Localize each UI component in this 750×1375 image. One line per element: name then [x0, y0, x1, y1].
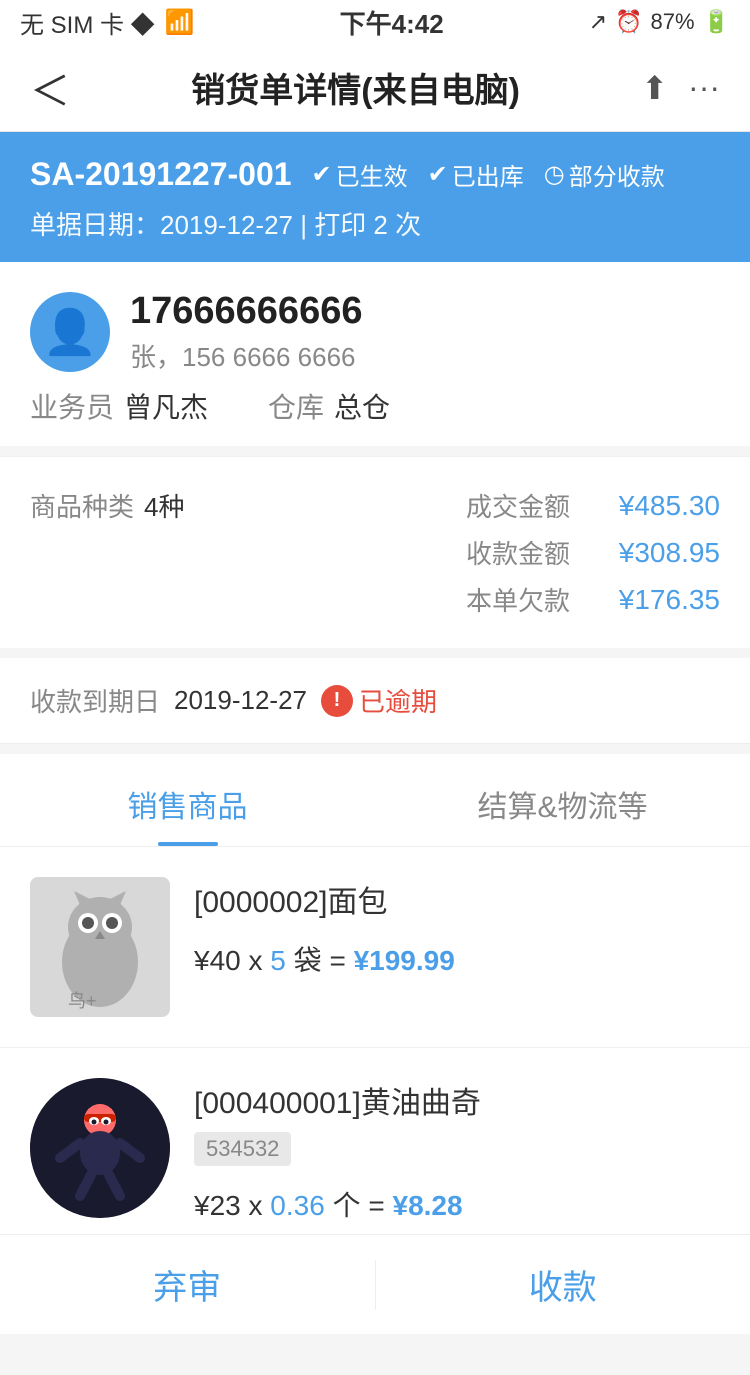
order-date-line: 单据日期：2019-12-27 | 打印 2 次 [30, 205, 720, 242]
product-image-2 [30, 1078, 170, 1218]
collected-label: 收款金额 [466, 534, 570, 571]
status-time: 下午4:42 [340, 4, 444, 41]
cancel-review-button[interactable]: 弃审 [0, 1240, 375, 1329]
product-list: 鸟+ [0000002]面包 ¥40 x 5 袋 = ¥199.99 [0, 847, 750, 1255]
product-name-2: [000400001]黄油曲奇 [194, 1078, 720, 1122]
wifi-icon: 📶 [165, 8, 195, 37]
collected-value: ¥308.95 [590, 537, 720, 569]
product-type-value: 4种 [144, 487, 184, 524]
stats-section: 商品种类 4种 成交金额 ¥485.30 收款金额 ¥308.95 本单欠款 ¥… [0, 457, 750, 648]
tabs: 销售商品 结算&物流等 [0, 754, 750, 847]
amount-value: ¥485.30 [590, 490, 720, 522]
warehouse-value: 总仓 [334, 386, 390, 426]
badge-partial-label: 部分收款 [569, 157, 665, 192]
salesperson-value: 曾凡杰 [124, 386, 208, 426]
avatar-icon: 👤 [43, 306, 98, 358]
tab-settlement[interactable]: 结算&物流等 [375, 754, 750, 846]
overdue-text: 已逾期 [359, 682, 437, 719]
amount-label: 成交金额 [466, 487, 570, 524]
customer-section: 👤 17666666666 张，156 6666 6666 业务员 曾凡杰 仓库… [0, 262, 750, 446]
sim-label: 无 SIM 卡 ◆ [20, 5, 155, 40]
avatar: 👤 [30, 292, 110, 372]
product-info-2: [000400001]黄油曲奇 534532 ¥23 x 0.36 个 = ¥8… [194, 1078, 720, 1224]
due-date: 2019-12-27 [174, 685, 307, 716]
page-title: 销货单详情(来自电脑) [191, 63, 520, 112]
battery-icon: 🔋 [703, 9, 730, 35]
collected-row: 收款金额 ¥308.95 [466, 534, 720, 571]
stats-left: 商品种类 4种 [30, 487, 184, 524]
back-button[interactable]: ＜ [30, 59, 70, 117]
badge-partial: 部分收款 [544, 157, 665, 192]
nav-icons: ⬆ ··· [641, 69, 720, 107]
status-right: ↗ ⏰ 87% 🔋 [589, 9, 730, 35]
product-info-1: [0000002]面包 ¥40 x 5 袋 = ¥199.99 [194, 877, 720, 979]
salesperson-item: 业务员 曾凡杰 [30, 386, 208, 426]
product-total-1: ¥199.99 [354, 945, 455, 976]
bottom-bar: 弃审 收款 [0, 1234, 750, 1334]
badge-active-label: 已生效 [336, 157, 408, 192]
collect-payment-button[interactable]: 收款 [376, 1240, 750, 1329]
clock-icon [544, 160, 565, 189]
order-banner: SA-20191227-001 已生效 已出库 部分收款 单据日期：2019-1… [0, 132, 750, 262]
check-icon-active [312, 160, 332, 189]
more-icon[interactable]: ··· [688, 69, 720, 106]
warehouse-item: 仓库 总仓 [268, 386, 390, 426]
stats-right: 成交金额 ¥485.30 收款金额 ¥308.95 本单欠款 ¥176.35 [466, 487, 720, 618]
overdue-icon: ! [321, 685, 353, 717]
tab-sales[interactable]: 销售商品 [0, 754, 375, 846]
battery-label: 87% [651, 9, 695, 35]
badge-active: 已生效 [312, 157, 408, 192]
amount-row: 成交金额 ¥485.30 [466, 487, 720, 524]
debt-value: ¥176.35 [590, 584, 720, 616]
product-qty-1: 5 [270, 945, 286, 976]
product-qty-2: 0.36 [270, 1190, 325, 1221]
warehouse-label: 仓库 [268, 386, 324, 426]
product-image-1: 鸟+ [30, 877, 170, 1017]
status-bar: 无 SIM 卡 ◆ 📶 下午4:42 ↗ ⏰ 87% 🔋 [0, 0, 750, 44]
due-section: 收款到期日 2019-12-27 ! 已逾期 [0, 658, 750, 744]
product-price-2: ¥23 x 0.36 个 = ¥8.28 [194, 1184, 720, 1224]
product-type-row: 商品种类 4种 [30, 487, 184, 524]
debt-label: 本单欠款 [466, 581, 570, 618]
alarm-icon: ⏰ [615, 9, 642, 35]
order-id: SA-20191227-001 [30, 156, 292, 193]
debt-row: 本单欠款 ¥176.35 [466, 581, 720, 618]
due-label: 收款到期日 [30, 682, 160, 719]
product-name-1: [0000002]面包 [194, 877, 720, 921]
order-banner-row1: SA-20191227-001 已生效 已出库 部分收款 [30, 156, 720, 193]
customer-row: 👤 17666666666 张，156 6666 6666 [30, 290, 720, 374]
product-tag-2: 534532 [194, 1132, 291, 1166]
location-icon: ↗ [589, 9, 607, 35]
overdue-badge: ! 已逾期 [321, 682, 437, 719]
check-icon-shipped [428, 160, 448, 189]
product-price-1: ¥40 x 5 袋 = ¥199.99 [194, 939, 720, 979]
badge-shipped-label: 已出库 [452, 157, 524, 192]
svg-text:鸟+: 鸟+ [68, 991, 97, 1011]
list-item: 鸟+ [0000002]面包 ¥40 x 5 袋 = ¥199.99 [0, 847, 750, 1048]
product-type-label: 商品种类 [30, 487, 134, 524]
product-total-2: ¥8.28 [393, 1190, 463, 1221]
list-item: [000400001]黄油曲奇 534532 ¥23 x 0.36 个 = ¥8… [0, 1048, 750, 1255]
customer-meta-row: 业务员 曾凡杰 仓库 总仓 [30, 386, 720, 426]
customer-name: 张，156 6666 6666 [130, 337, 362, 374]
customer-phone: 17666666666 [130, 290, 362, 333]
nav-bar: ＜ 销货单详情(来自电脑) ⬆ ··· [0, 44, 750, 132]
status-left: 无 SIM 卡 ◆ 📶 [20, 5, 195, 40]
share-icon[interactable]: ⬆ [641, 69, 668, 107]
badge-shipped: 已出库 [428, 157, 524, 192]
salesperson-label: 业务员 [30, 386, 114, 426]
customer-info: 17666666666 张，156 6666 6666 [130, 290, 362, 374]
